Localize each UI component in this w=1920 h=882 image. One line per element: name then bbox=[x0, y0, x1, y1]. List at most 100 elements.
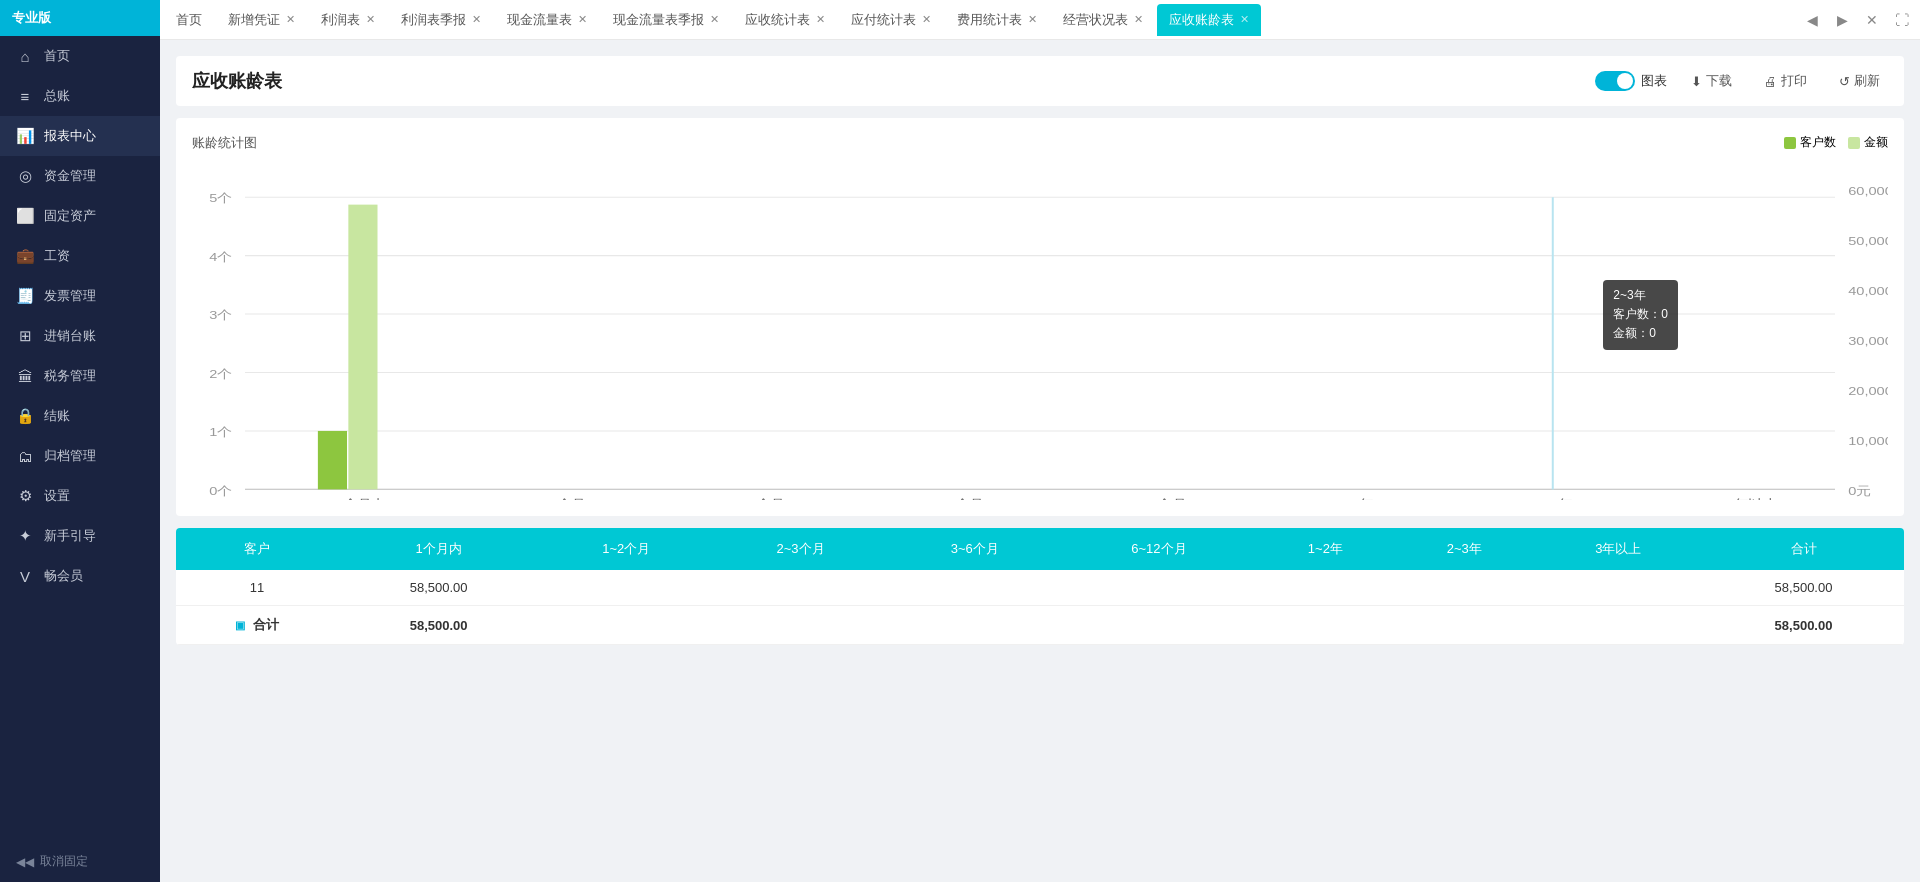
svg-text:1个月内: 1个月内 bbox=[335, 498, 386, 500]
chart-section: 账龄统计图 客户数 金额 0个 1个 2个 3个 4个 bbox=[176, 118, 1904, 516]
tab-close-icon[interactable]: ✕ bbox=[816, 13, 825, 26]
download-button[interactable]: ⬇ 下载 bbox=[1683, 68, 1740, 94]
svg-text:3个: 3个 bbox=[209, 309, 231, 322]
sidebar-item-label: 设置 bbox=[44, 487, 70, 505]
content-area: 应收账龄表 图表 ⬇ 下载 🖨 打印 ↺ 刷新 bbox=[160, 40, 1920, 882]
table-total-row: ▣ 合计 58,500.00 58,500.00 bbox=[176, 606, 1904, 645]
sidebar-item-label: 畅会员 bbox=[44, 567, 83, 585]
tab-home[interactable]: 首页 bbox=[164, 4, 214, 36]
sidebar-item-guide[interactable]: ✦ 新手引导 bbox=[0, 516, 160, 556]
sidebar-item-capital[interactable]: ◎ 资金管理 bbox=[0, 156, 160, 196]
sidebar-item-reports[interactable]: 📊 报表中心 bbox=[0, 116, 160, 156]
sidebar: 专业版 ⌂ 首页 ≡ 总账 📊 报表中心 ◎ 资金管理 ⬜ 固定资产 💼 工资 … bbox=[0, 0, 160, 882]
svg-text:5个: 5个 bbox=[209, 192, 231, 205]
tab-bar: 首页 新增凭证 ✕ 利润表 ✕ 利润表季报 ✕ 现金流量表 ✕ 现金流量表季报 … bbox=[160, 0, 1920, 40]
tab-cashflow-quarterly[interactable]: 现金流量表季报 ✕ bbox=[601, 4, 731, 36]
cell-3y-plus bbox=[1534, 570, 1703, 606]
sidebar-item-settings[interactable]: ⚙ 设置 bbox=[0, 476, 160, 516]
svg-text:0元: 0元 bbox=[1848, 484, 1870, 497]
svg-text:50,000.00元: 50,000.00元 bbox=[1848, 234, 1888, 247]
tab-expense-stats[interactable]: 费用统计表 ✕ bbox=[945, 4, 1049, 36]
sidebar-item-assets[interactable]: ⬜ 固定资产 bbox=[0, 196, 160, 236]
svg-text:2~3年: 2~3年 bbox=[1533, 498, 1572, 500]
sidebar-item-label: 进销台账 bbox=[44, 327, 96, 345]
sidebar-item-tax[interactable]: 🏛 税务管理 bbox=[0, 356, 160, 396]
sidebar-unpin-button[interactable]: ◀◀ 取消固定 bbox=[0, 841, 160, 882]
main-area: 首页 新增凭证 ✕ 利润表 ✕ 利润表季报 ✕ 现金流量表 ✕ 现金流量表季报 … bbox=[160, 0, 1920, 882]
vip-icon: V bbox=[16, 568, 34, 585]
col-1-2y: 1~2年 bbox=[1256, 528, 1395, 570]
tab-profit[interactable]: 利润表 ✕ bbox=[309, 4, 387, 36]
tab-business-status[interactable]: 经营状况表 ✕ bbox=[1051, 4, 1155, 36]
svg-text:0个: 0个 bbox=[209, 484, 231, 497]
guide-icon: ✦ bbox=[16, 527, 34, 545]
sidebar-item-vip[interactable]: V 畅会员 bbox=[0, 556, 160, 596]
sidebar-item-label: 报表中心 bbox=[44, 127, 96, 145]
col-1-2m: 1~2个月 bbox=[539, 528, 713, 570]
tab-close-icon[interactable]: ✕ bbox=[1028, 13, 1037, 26]
svg-text:30,000.00元: 30,000.00元 bbox=[1848, 334, 1888, 347]
total-2-3y bbox=[1395, 606, 1534, 645]
tab-voucher[interactable]: 新增凭证 ✕ bbox=[216, 4, 307, 36]
sidebar-item-invoice[interactable]: 🧾 发票管理 bbox=[0, 276, 160, 316]
col-customer: 客户 bbox=[176, 528, 338, 570]
tab-close-icon[interactable]: ✕ bbox=[1240, 13, 1249, 26]
tab-close-icon[interactable]: ✕ bbox=[366, 13, 375, 26]
sidebar-item-salary[interactable]: 💼 工资 bbox=[0, 236, 160, 276]
settings-icon: ⚙ bbox=[16, 487, 34, 505]
ledger-icon: ≡ bbox=[16, 88, 34, 105]
svg-text:2个: 2个 bbox=[209, 367, 231, 380]
sidebar-item-label: 税务管理 bbox=[44, 367, 96, 385]
chart-toggle-label: 图表 bbox=[1641, 72, 1667, 90]
svg-text:3年以上: 3年以上 bbox=[1726, 498, 1777, 500]
tab-close-icon[interactable]: ✕ bbox=[286, 13, 295, 26]
salary-icon: 💼 bbox=[16, 247, 34, 265]
svg-text:20,000.00元: 20,000.00元 bbox=[1848, 384, 1888, 397]
sidebar-item-home[interactable]: ⌂ 首页 bbox=[0, 36, 160, 76]
table-section: 客户 1个月内 1~2个月 2~3个月 3~6个月 6~12个月 1~2年 2~… bbox=[176, 528, 1904, 645]
sidebar-item-label: 总账 bbox=[44, 87, 70, 105]
cell-2-3y bbox=[1395, 570, 1534, 606]
svg-text:60,000.00元: 60,000.00元 bbox=[1848, 184, 1888, 197]
tab-expand-button[interactable]: ⛶ bbox=[1888, 6, 1916, 34]
refresh-button[interactable]: ↺ 刷新 bbox=[1831, 68, 1888, 94]
svg-text:1~2个月: 1~2个月 bbox=[532, 498, 585, 500]
tab-cashflow[interactable]: 现金流量表 ✕ bbox=[495, 4, 599, 36]
svg-text:4个: 4个 bbox=[209, 250, 231, 263]
col-6-12m: 6~12个月 bbox=[1062, 528, 1256, 570]
assets-icon: ⬜ bbox=[16, 207, 34, 225]
sidebar-item-closing[interactable]: 🔒 结账 bbox=[0, 396, 160, 436]
sidebar-item-stock[interactable]: ⊞ 进销台账 bbox=[0, 316, 160, 356]
chart-toggle[interactable] bbox=[1595, 71, 1635, 91]
sidebar-item-label: 结账 bbox=[44, 407, 70, 425]
sidebar-item-label: 归档管理 bbox=[44, 447, 96, 465]
tab-prev-button[interactable]: ◀ bbox=[1798, 6, 1826, 34]
tab-close-icon[interactable]: ✕ bbox=[1134, 13, 1143, 26]
chart-legend: 客户数 金额 bbox=[1784, 134, 1888, 151]
tab-close-icon[interactable]: ✕ bbox=[578, 13, 587, 26]
legend-amount: 金额 bbox=[1848, 134, 1888, 151]
total-1-2m bbox=[539, 606, 713, 645]
header-actions: 图表 ⬇ 下载 🖨 打印 ↺ 刷新 bbox=[1595, 68, 1888, 94]
tab-close-icon[interactable]: ✕ bbox=[472, 13, 481, 26]
tab-profit-quarterly[interactable]: 利润表季报 ✕ bbox=[389, 4, 493, 36]
sidebar-item-label: 首页 bbox=[44, 47, 70, 65]
print-button[interactable]: 🖨 打印 bbox=[1756, 68, 1815, 94]
tab-ar-stats[interactable]: 应收统计表 ✕ bbox=[733, 4, 837, 36]
sidebar-item-ledger[interactable]: ≡ 总账 bbox=[0, 76, 160, 116]
invoice-icon: 🧾 bbox=[16, 287, 34, 305]
tab-ar-aging[interactable]: 应收账龄表 ✕ bbox=[1157, 4, 1261, 36]
col-3y-plus: 3年以上 bbox=[1534, 528, 1703, 570]
tab-close-icon[interactable]: ✕ bbox=[922, 13, 931, 26]
unpin-icon: ◀◀ bbox=[16, 855, 34, 869]
tab-close-all-button[interactable]: ✕ bbox=[1858, 6, 1886, 34]
cell-2-3m bbox=[713, 570, 887, 606]
tab-close-icon[interactable]: ✕ bbox=[710, 13, 719, 26]
tab-ap-stats[interactable]: 应付统计表 ✕ bbox=[839, 4, 943, 36]
legend-amount-dot bbox=[1848, 137, 1860, 149]
tab-next-button[interactable]: ▶ bbox=[1828, 6, 1856, 34]
sidebar-item-archive[interactable]: 🗂 归档管理 bbox=[0, 436, 160, 476]
chart-container: 0个 1个 2个 3个 4个 5个 0元 10,000.00元 20,000.0… bbox=[192, 160, 1888, 500]
archive-icon: 🗂 bbox=[16, 448, 34, 465]
total-1-2y bbox=[1256, 606, 1395, 645]
